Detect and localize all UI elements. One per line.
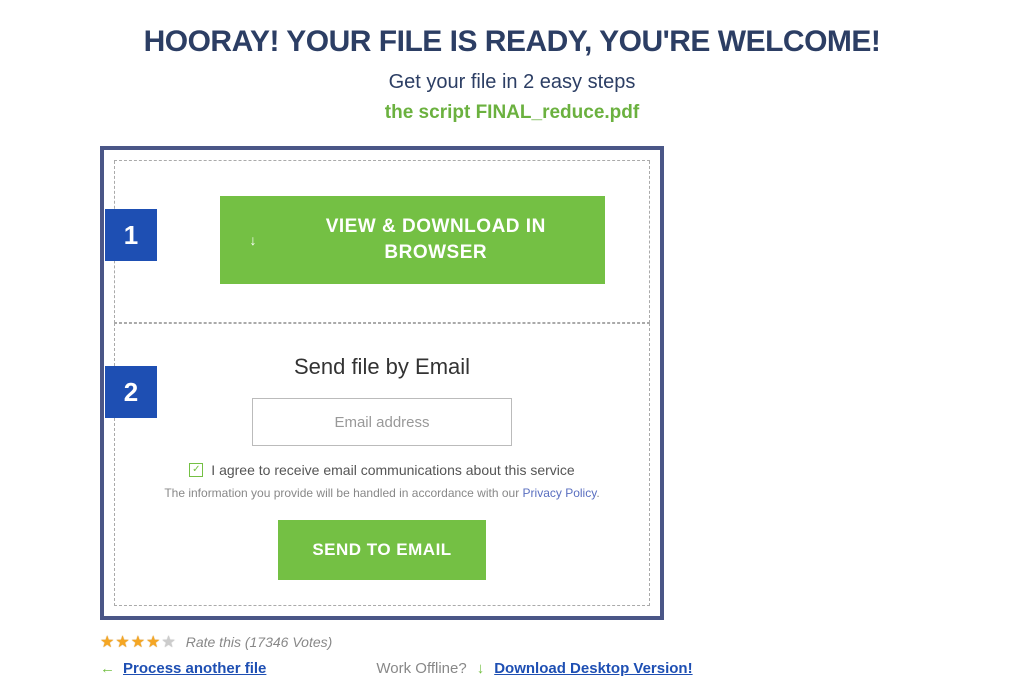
step-1: 1 ↓ VIEW & DOWNLOAD IN BROWSER [114, 161, 650, 323]
privacy-text: The information you provide will be hand… [145, 486, 619, 500]
star-icon: ★ [131, 632, 145, 652]
step-2: 2 Send file by Email ✓ I agree to receiv… [114, 323, 650, 606]
page-title: HOORAY! YOUR FILE IS READY, YOU'RE WELCO… [0, 25, 1024, 59]
footer: ★ ★ ★ ★ ★ Rate this (17346 Votes) ← Proc… [100, 632, 880, 677]
agree-row: ✓ I agree to receive email communication… [145, 462, 619, 478]
agree-label: I agree to receive email communications … [211, 462, 574, 478]
steps-container: 1 ↓ VIEW & DOWNLOAD IN BROWSER 2 Send fi… [114, 160, 650, 606]
links-row: ← Process another file Work Offline? ↓ D… [100, 660, 880, 677]
star-icon: ★ [115, 632, 129, 652]
page-subtitle: Get your file in 2 easy steps [0, 71, 1024, 94]
step-2-badge: 2 [105, 366, 157, 418]
main-panel: 1 ↓ VIEW & DOWNLOAD IN BROWSER 2 Send fi… [100, 146, 664, 620]
star-rating[interactable]: ★ ★ ★ ★ ★ [100, 632, 176, 652]
header: HOORAY! YOUR FILE IS READY, YOU'RE WELCO… [0, 0, 1024, 124]
filename-label: the script FINAL_reduce.pdf [0, 102, 1024, 124]
step-1-badge: 1 [105, 209, 157, 261]
process-another-link[interactable]: Process another file [123, 660, 266, 677]
star-empty-icon: ★ [161, 632, 175, 652]
send-email-button[interactable]: SEND TO EMAIL [278, 520, 485, 580]
arrow-down-icon: ↓ [477, 660, 485, 677]
email-field[interactable] [252, 398, 512, 446]
rate-count-label: Rate this (17346 Votes) [186, 634, 333, 650]
download-icon: ↓ [250, 232, 258, 248]
privacy-policy-link[interactable]: Privacy Policy [523, 486, 597, 500]
view-download-button[interactable]: ↓ VIEW & DOWNLOAD IN BROWSER [220, 196, 605, 284]
star-icon: ★ [100, 632, 114, 652]
download-desktop-link[interactable]: Download Desktop Version! [494, 660, 692, 677]
star-icon: ★ [146, 632, 160, 652]
view-download-label: VIEW & DOWNLOAD IN BROWSER [297, 214, 575, 265]
agree-checkbox[interactable]: ✓ [189, 463, 203, 477]
rating-row: ★ ★ ★ ★ ★ Rate this (17346 Votes) [100, 632, 880, 652]
offline-label: Work Offline? [376, 660, 466, 677]
send-email-title: Send file by Email [145, 354, 619, 380]
arrow-left-icon: ← [100, 660, 115, 677]
